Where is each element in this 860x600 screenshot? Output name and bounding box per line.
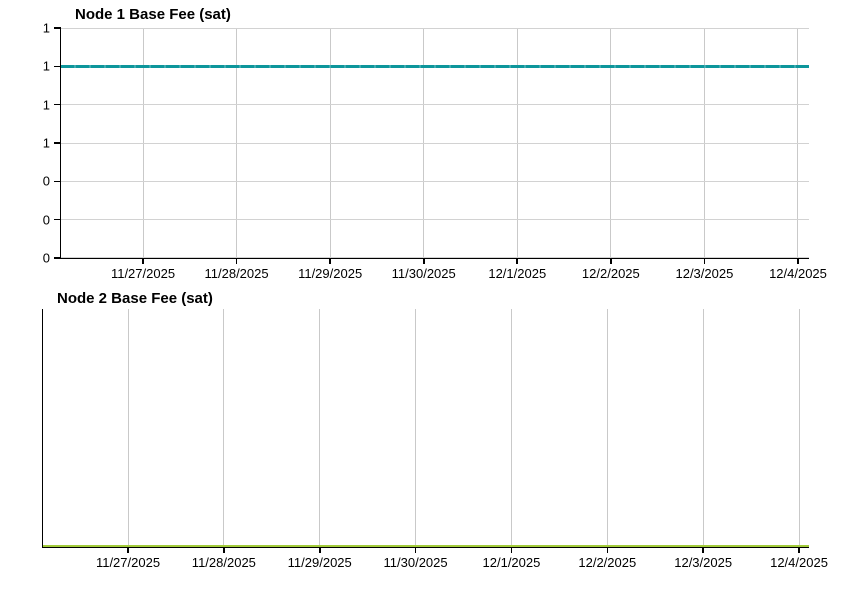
- y-tick-label: 0: [42, 250, 50, 266]
- y-axis-tick: [54, 180, 61, 183]
- x-tick-label: 11/28/2025: [191, 555, 256, 570]
- x-grid-line: [798, 309, 800, 547]
- x-axis-tick: [142, 258, 144, 264]
- y-axis-tick: [54, 103, 61, 106]
- x-tick-label: 11/30/2025: [391, 266, 456, 281]
- x-axis-tick: [329, 258, 331, 264]
- series-line-node2: [43, 545, 809, 547]
- node1-chart-title: Node 1 Base Fee (sat): [75, 6, 231, 23]
- x-axis-tick: [422, 258, 425, 264]
- y-tick-label: 1: [42, 58, 50, 74]
- x-axis-tick: [606, 547, 609, 553]
- x-grid-line: [223, 309, 225, 547]
- series-line-node1: [61, 64, 809, 68]
- x-tick-label: 12/3/2025: [675, 266, 734, 281]
- x-tick-label: 11/27/2025: [95, 555, 161, 570]
- y-tick-label: 1: [42, 20, 50, 36]
- y-axis-tick: [54, 65, 61, 68]
- x-tick-label: 12/1/2025: [488, 266, 547, 281]
- y-grid-line: [61, 142, 809, 144]
- y-tick-label: 1: [42, 97, 50, 113]
- y-axis-tick: [54, 27, 61, 29]
- x-grid-line: [606, 309, 608, 547]
- node2-plot-area: 11/27/2025 11/28/2025 11/29/2025 11/30/2025…: [42, 309, 828, 570]
- y-tick-label: 1: [42, 135, 50, 151]
- x-axis-tick: [610, 258, 612, 264]
- y-axis-tick: [54, 142, 61, 144]
- x-axis-tick: [516, 258, 519, 264]
- x-grid-line: [702, 309, 704, 547]
- x-grid-line: [127, 309, 129, 547]
- x-tick-label: 12/4/2025: [770, 555, 828, 570]
- x-axis-tick: [797, 258, 799, 264]
- x-tick-label: 12/3/2025: [674, 555, 733, 570]
- x-axis-tick: [510, 547, 513, 553]
- x-axis-tick: [414, 547, 417, 553]
- x-tick-label: 11/30/2025: [383, 555, 448, 570]
- x-tick-label: 11/29/2025: [287, 555, 352, 570]
- y-axis-tick: [54, 257, 61, 259]
- y-grid-line: [61, 219, 809, 221]
- x-axis-tick: [223, 547, 225, 553]
- x-axis-tick: [127, 547, 129, 553]
- x-axis-tick: [318, 547, 321, 553]
- x-axis-tick: [235, 258, 238, 264]
- x-tick-label: 11/28/2025: [204, 266, 269, 281]
- x-grid-line: [510, 309, 512, 547]
- y-grid-line: [61, 180, 809, 182]
- y-grid-line: [61, 27, 809, 29]
- x-grid-line: [319, 309, 321, 547]
- x-tick-label: 12/4/2025: [769, 266, 827, 281]
- x-axis-tick: [702, 547, 704, 553]
- node1-plot-area: 11/27/2025 11/28/2025 11/29/2025 11/30/2025…: [43, 21, 827, 282]
- x-grid-line: [415, 309, 417, 547]
- x-tick-label: 11/27/2025: [110, 266, 176, 281]
- x-tick-label: 12/2/2025: [581, 266, 640, 281]
- x-axis-tick: [703, 258, 706, 264]
- x-tick-label: 11/29/2025: [298, 266, 363, 281]
- y-tick-label: 0: [42, 173, 50, 189]
- y-grid-line: [61, 104, 809, 106]
- x-tick-label: 12/1/2025: [482, 555, 541, 570]
- y-tick-label: 0: [42, 212, 50, 228]
- y-grid-line: [61, 256, 809, 258]
- node2-chart-title: Node 2 Base Fee (sat): [57, 290, 213, 307]
- y-axis-tick: [54, 218, 61, 221]
- x-tick-label: 12/2/2025: [578, 555, 637, 570]
- dual-base-fee-charts: Node 1 Base Fee (sat) 11/27/2025 11/28/20…: [0, 0, 860, 600]
- x-axis-tick: [798, 547, 800, 553]
